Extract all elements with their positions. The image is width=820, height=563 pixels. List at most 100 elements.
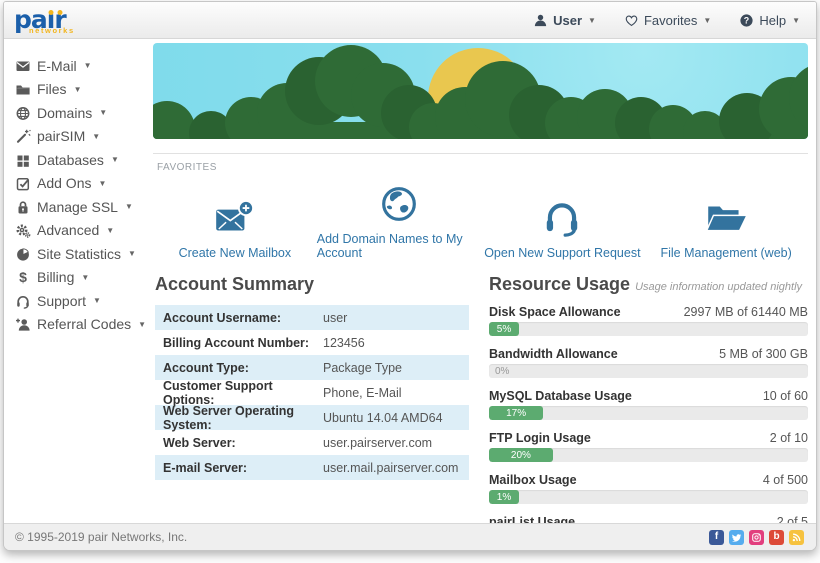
app-window: paı r networks User ▼ Favorites ▼ ? Help … xyxy=(3,1,817,551)
table-row: Web Server: user.pairserver.com xyxy=(155,430,469,455)
banner-illustration xyxy=(153,43,808,139)
sidebar-item-label: Files xyxy=(37,81,67,98)
account-summary-table: Account Username: user Billing Account N… xyxy=(155,305,469,480)
favorites-menu[interactable]: Favorites ▼ xyxy=(624,13,711,28)
globe-icon xyxy=(381,187,416,221)
sidebar-item-label: Manage SSL xyxy=(37,198,118,215)
sidebar-item-label: Support xyxy=(37,292,87,309)
sidebar-nav: E-Mail ▼ Files ▼ Domains ▼ pairSIM ▼ Databas… xyxy=(4,39,150,523)
meter-label: Disk Space Allowance xyxy=(489,305,621,319)
meter-value: 2997 MB of 61440 MB xyxy=(683,305,808,319)
sidebar-item-pairsim[interactable]: pairSIM ▼ xyxy=(15,125,150,149)
row-value: user.mail.pairserver.com xyxy=(323,460,459,475)
resource-usage-subtitle: Usage information updated nightly xyxy=(635,281,803,293)
meter-value: 4 of 500 xyxy=(762,473,808,487)
pie-chart-icon xyxy=(17,248,29,261)
progress-track: 20% xyxy=(489,448,808,462)
meter-label: Mailbox Usage xyxy=(489,473,577,487)
sidebar-item-label: Add Ons xyxy=(37,175,92,192)
percent-label: 1% xyxy=(496,491,512,503)
row-value: Ubuntu 14.04 AMD64 xyxy=(323,410,443,425)
facebook-icon[interactable]: f xyxy=(709,529,724,545)
section-divider xyxy=(153,153,808,154)
pair-networks-logo[interactable]: paı r networks xyxy=(14,7,75,34)
row-value: user xyxy=(323,310,348,325)
sidebar-item-files[interactable]: Files ▼ xyxy=(15,78,150,102)
sidebar-item-manage-ssl[interactable]: Manage SSL ▼ xyxy=(15,195,150,219)
shortcut-add-domain-names[interactable]: Add Domain Names to My Account xyxy=(317,185,481,260)
sidebar-item-addons[interactable]: Add Ons ▼ xyxy=(15,172,150,196)
table-row: Account Type: Package Type xyxy=(155,355,469,380)
chevron-down-icon: ▼ xyxy=(93,296,101,306)
table-row: Billing Account Number: 123456 xyxy=(155,330,469,355)
rss-icon[interactable] xyxy=(789,529,804,545)
gears-icon xyxy=(16,224,31,239)
help-menu[interactable]: ? Help ▼ xyxy=(739,13,800,28)
chevron-down-icon: ▼ xyxy=(703,15,712,25)
chevron-down-icon: ▼ xyxy=(588,15,596,25)
row-value: user.pairserver.com xyxy=(323,435,433,450)
chevron-down-icon: ▼ xyxy=(98,178,107,188)
heart-icon xyxy=(625,15,638,26)
shortcut-label: Open New Support Request xyxy=(484,246,641,260)
row-value: Phone, E-Mail xyxy=(323,385,402,400)
sidebar-item-support[interactable]: Support ▼ xyxy=(15,289,150,313)
percent-label: 17% xyxy=(506,407,527,419)
progress-track: 1% xyxy=(489,490,808,504)
svg-text:$: $ xyxy=(19,269,27,285)
sidebar-item-referral-codes[interactable]: Referral Codes ▼ xyxy=(15,313,150,337)
sidebar-item-site-statistics[interactable]: Site Statistics ▼ xyxy=(15,242,150,266)
open-folder-icon xyxy=(705,206,749,232)
main-content: FAVORITES Create New Mailbox Add Domain … xyxy=(150,39,816,546)
table-row: Customer Support Options: Phone, E-Mail xyxy=(155,379,469,407)
meter-mysql: MySQL Database Usage 10 of 60 17% xyxy=(489,389,808,420)
meter-mailbox: Mailbox Usage 4 of 500 1% xyxy=(489,473,808,504)
headset-icon xyxy=(17,295,29,309)
percent-label: 0% xyxy=(495,365,510,377)
table-row: E-mail Server: user.mail.pairserver.com xyxy=(155,455,469,480)
resource-usage-title: Resource Usage Usage information updated … xyxy=(489,274,803,294)
progress-track: 17% xyxy=(489,406,808,420)
globe-icon xyxy=(16,106,30,120)
dollar-icon: $ xyxy=(19,269,27,285)
chevron-down-icon: ▼ xyxy=(106,225,115,235)
row-label: Account Username: xyxy=(163,310,282,325)
lock-icon xyxy=(18,201,28,214)
logo-dot-i xyxy=(48,10,54,16)
user-icon xyxy=(534,14,547,26)
chevron-down-icon: ▼ xyxy=(110,155,119,165)
logo-dot-r xyxy=(57,10,63,16)
sidebar-item-label: Advanced xyxy=(37,222,100,239)
sidebar-item-billing[interactable]: $ Billing ▼ xyxy=(15,266,150,290)
instagram-icon[interactable] xyxy=(749,529,764,545)
sidebar-item-label: Site Statistics xyxy=(37,245,122,262)
progress-track: 5% xyxy=(489,322,808,336)
sidebar-item-email[interactable]: E-Mail ▼ xyxy=(15,54,150,78)
meter-value: 2 of 10 xyxy=(769,431,808,445)
sidebar-item-databases[interactable]: Databases ▼ xyxy=(15,148,150,172)
blog-icon[interactable]: b xyxy=(769,529,784,545)
sidebar-item-label: Databases xyxy=(37,151,104,168)
meter-disk-space: Disk Space Allowance 2997 MB of 61440 MB … xyxy=(489,305,808,336)
progress-fill: 5% xyxy=(489,322,519,336)
shortcut-file-management[interactable]: File Management (web) xyxy=(644,185,808,260)
shortcut-open-support-request[interactable]: Open New Support Request xyxy=(481,185,645,260)
chevron-down-icon: ▼ xyxy=(124,202,133,212)
user-menu[interactable]: User ▼ xyxy=(533,13,596,28)
chevron-down-icon: ▼ xyxy=(92,131,101,141)
chevron-down-icon: ▼ xyxy=(792,15,800,25)
favorites-section-label: FAVORITES xyxy=(157,162,217,173)
shortcut-create-new-mailbox[interactable]: Create New Mailbox xyxy=(153,185,317,260)
resource-usage-section: Resource Usage Usage information updated … xyxy=(489,272,808,546)
twitter-icon[interactable] xyxy=(729,529,744,545)
sidebar-item-label: Domains xyxy=(37,104,93,121)
user-menu-label: User xyxy=(553,12,583,28)
sidebar-item-domains[interactable]: Domains ▼ xyxy=(15,101,150,125)
sidebar-item-label: E-Mail xyxy=(37,57,77,74)
progress-fill: 0% xyxy=(489,364,808,378)
folder-icon xyxy=(16,85,30,95)
sidebar-item-advanced[interactable]: Advanced ▼ xyxy=(15,219,150,243)
footer: © 1995-2019 pair Networks, Inc. f b xyxy=(4,523,816,550)
meter-value: 10 of 60 xyxy=(762,389,808,403)
meter-label: FTP Login Usage xyxy=(489,431,591,445)
